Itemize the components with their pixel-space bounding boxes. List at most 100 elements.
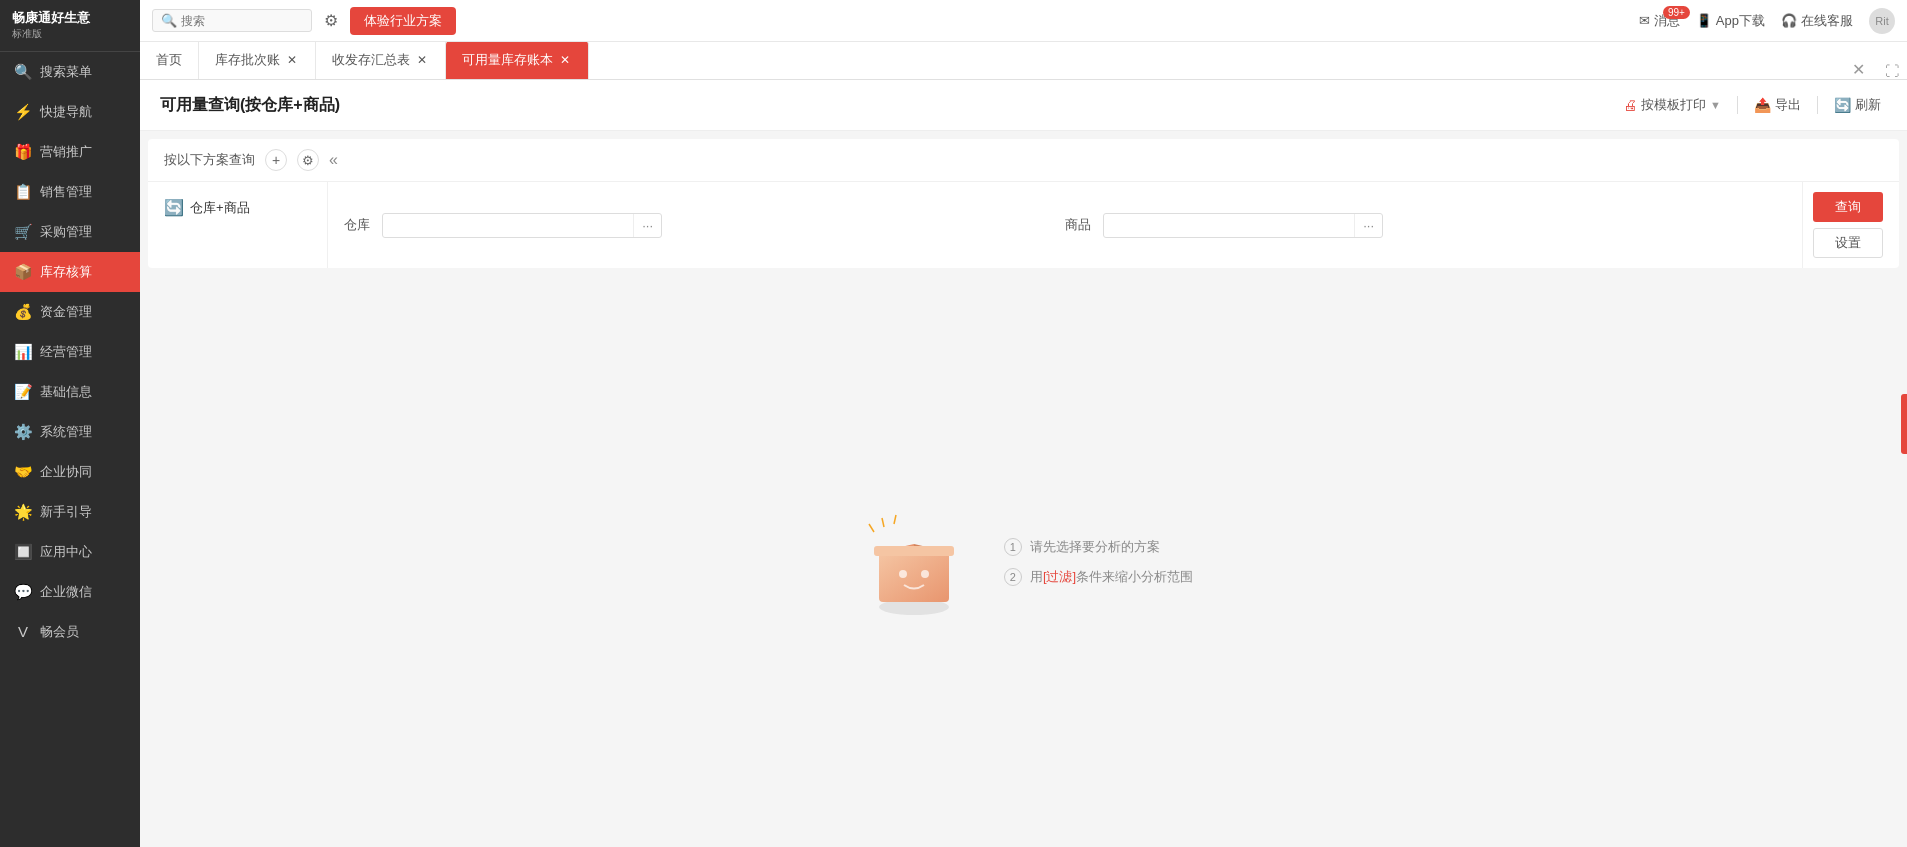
service-icon: 🎧 — [1781, 13, 1797, 28]
empty-hints: 1 请先选择要分析的方案 2 用[过滤]条件来缩小分析范围 — [1004, 538, 1193, 586]
topbar: 🔍 ⚙ 体验行业方案 ✉ 消息 99+ 📱 App下载 🎧 在线客服 Rit — [140, 0, 1907, 42]
sidebar-item-label-search: 搜索菜单 — [40, 63, 92, 81]
filter-field-product: 商品 ··· — [1065, 207, 1786, 244]
user-area[interactable]: Rit — [1869, 8, 1895, 34]
app-download-button[interactable]: 📱 App下载 — [1696, 12, 1765, 30]
sidebar-item-finance[interactable]: 💰资金管理 — [0, 292, 140, 332]
hint-text-2: 用[过滤]条件来缩小分析范围 — [1030, 568, 1193, 586]
refresh-button[interactable]: 🔄 刷新 — [1828, 92, 1887, 118]
sidebar-item-label-sales: 销售管理 — [40, 183, 92, 201]
topbar-search-box[interactable]: 🔍 — [152, 9, 312, 32]
sidebar-item-sales[interactable]: 📋 销售管理 — [0, 172, 140, 212]
scheme-label: 仓库+商品 — [190, 199, 250, 217]
settings-button[interactable]: 设置 — [1813, 228, 1883, 258]
sidebar-item-newbie[interactable]: 🌟 新手引导 — [0, 492, 140, 532]
filter-header: 按以下方案查询 + ⚙ « — [148, 139, 1899, 182]
sidebar-item-label-app-center: 应用中心 — [40, 543, 92, 561]
newbie-icon: 🌟 — [14, 503, 32, 521]
sidebar-item-search[interactable]: 🔍 搜索菜单 — [0, 52, 140, 92]
content-area: 可用量查询(按仓库+商品) 🖨 按模板打印 ▼ 📤 导出 🔄 刷新 — [140, 80, 1907, 847]
scheme-warehouse-product[interactable]: 🔄 仓库+商品 — [148, 190, 327, 225]
sidebar-item-marketing[interactable]: 🎁营销推广 — [0, 132, 140, 172]
topbar-right: ✉ 消息 99+ 📱 App下载 🎧 在线客服 Rit — [1639, 8, 1895, 34]
sidebar-item-label-newbie: 新手引导 — [40, 503, 92, 521]
system-icon: ⚙️ — [14, 423, 32, 441]
tab-batch-ledger[interactable]: 库存批次账✕ — [199, 42, 316, 79]
sidebar-item-system[interactable]: ⚙️系统管理 — [0, 412, 140, 452]
export-button[interactable]: 📤 导出 — [1748, 92, 1807, 118]
chevron-down-icon[interactable]: ▼ — [1710, 99, 1721, 111]
query-button[interactable]: 查询 — [1813, 192, 1883, 222]
tab-home[interactable]: 首页 — [140, 42, 199, 79]
sidebar-nav: 🔍 搜索菜单 ⚡快捷导航🎁营销推广 📋 销售管理 🛒采购管理📦库存核算💰资金管理 📊 经营管理… — [0, 52, 140, 847]
divider2 — [1817, 96, 1818, 114]
sales-icon: 📋 — [14, 183, 32, 201]
filter-setting-button[interactable]: ⚙ — [297, 149, 319, 171]
tab-available-ledger[interactable]: 可用量库存账本✕ — [446, 42, 589, 79]
message-icon: ✉ — [1639, 13, 1650, 28]
page-header: 可用量查询(按仓库+商品) 🖨 按模板打印 ▼ 📤 导出 🔄 刷新 — [140, 80, 1907, 131]
tabbar-close-button[interactable]: ✕ — [1840, 60, 1877, 79]
sidebar-item-label-base: 基础信息 — [40, 383, 92, 401]
sidebar-item-wechat[interactable]: 💬企业微信 — [0, 572, 140, 612]
industry-solution-button[interactable]: 体验行业方案 — [350, 7, 456, 35]
svg-point-6 — [921, 570, 929, 578]
sidebar-item-operations[interactable]: 📊 经营管理 — [0, 332, 140, 372]
operations-icon: 📊 — [14, 343, 32, 361]
tab-label-home: 首页 — [156, 51, 182, 69]
sidebar-item-member[interactable]: V畅会员 — [0, 612, 140, 652]
app-download-icon: 📱 — [1696, 13, 1712, 28]
search-icon: 🔍 — [161, 13, 177, 28]
warehouse-input-wrapper[interactable]: ··· — [382, 213, 662, 238]
inventory-icon: 📦 — [14, 263, 32, 281]
member-icon: V — [14, 623, 32, 640]
tab-receive-ledger[interactable]: 收发存汇总表✕ — [316, 42, 446, 79]
scroll-indicator — [1901, 394, 1907, 454]
avatar: Rit — [1869, 8, 1895, 34]
filter-collapse-button[interactable]: « — [329, 151, 338, 169]
search-icon: 🔍 — [14, 63, 32, 81]
online-service-button[interactable]: 🎧 在线客服 — [1781, 12, 1853, 30]
filter-scheme-list: 🔄 仓库+商品 — [148, 182, 328, 268]
product-input-wrapper[interactable]: ··· — [1103, 213, 1383, 238]
svg-line-8 — [882, 518, 884, 527]
topbar-search-input[interactable] — [181, 14, 291, 28]
export-icon: 📤 — [1754, 97, 1771, 113]
page-header-actions: 🖨 按模板打印 ▼ 📤 导出 🔄 刷新 — [1617, 92, 1887, 118]
filter-add-button[interactable]: + — [265, 149, 287, 171]
tab-close-batch-ledger[interactable]: ✕ — [285, 52, 299, 68]
product-input[interactable] — [1104, 214, 1354, 237]
svg-point-5 — [899, 570, 907, 578]
app-center-icon: 🔲 — [14, 543, 32, 561]
message-badge: 99+ — [1663, 6, 1690, 19]
base-icon: 📝 — [14, 383, 32, 401]
print-icon: 🖨 — [1623, 97, 1637, 113]
warehouse-input[interactable] — [383, 214, 633, 237]
divider — [1737, 96, 1738, 114]
sidebar-item-app-center[interactable]: 🔲 应用中心 — [0, 532, 140, 572]
warehouse-more-button[interactable]: ··· — [633, 214, 661, 237]
main-area: 🔍 ⚙ 体验行业方案 ✉ 消息 99+ 📱 App下载 🎧 在线客服 Rit — [140, 0, 1907, 847]
app-name: 畅康通好生意 — [12, 10, 128, 27]
messages-button[interactable]: ✉ 消息 99+ — [1639, 12, 1680, 30]
gear-icon[interactable]: ⚙ — [320, 7, 342, 34]
sidebar-item-enterprise[interactable]: 🤝企业协同 — [0, 452, 140, 492]
product-more-button[interactable]: ··· — [1354, 214, 1382, 237]
service-label: 在线客服 — [1801, 12, 1853, 30]
tab-close-available-ledger[interactable]: ✕ — [558, 52, 572, 68]
tabbar-expand-button[interactable]: ⛶ — [1877, 63, 1907, 79]
tabbar: 首页库存批次账✕收发存汇总表✕可用量库存账本✕✕ ⛶ — [140, 42, 1907, 80]
svg-rect-4 — [874, 546, 954, 556]
purchase-icon: 🛒 — [14, 223, 32, 241]
warehouse-label: 仓库 — [344, 216, 374, 234]
sidebar-item-shortcut[interactable]: ⚡快捷导航 — [0, 92, 140, 132]
sidebar-item-purchase[interactable]: 🛒采购管理 — [0, 212, 140, 252]
sidebar-item-inventory[interactable]: 📦库存核算 — [0, 252, 140, 292]
sidebar-item-label-operations: 经营管理 — [40, 343, 92, 361]
tab-close-receive-ledger[interactable]: ✕ — [415, 52, 429, 68]
sidebar: 畅康通好生意 标准版 🔍搜索菜单⚡快捷导航🎁营销推广📋销售管理🛒采购管理📦库存核… — [0, 0, 140, 847]
marketing-icon: 🎁 — [14, 143, 32, 161]
sidebar-item-label-shortcut: 快捷导航 — [40, 103, 92, 121]
sidebar-item-base[interactable]: 📝 基础信息 — [0, 372, 140, 412]
print-by-template-button[interactable]: 🖨 按模板打印 ▼ — [1617, 92, 1727, 118]
